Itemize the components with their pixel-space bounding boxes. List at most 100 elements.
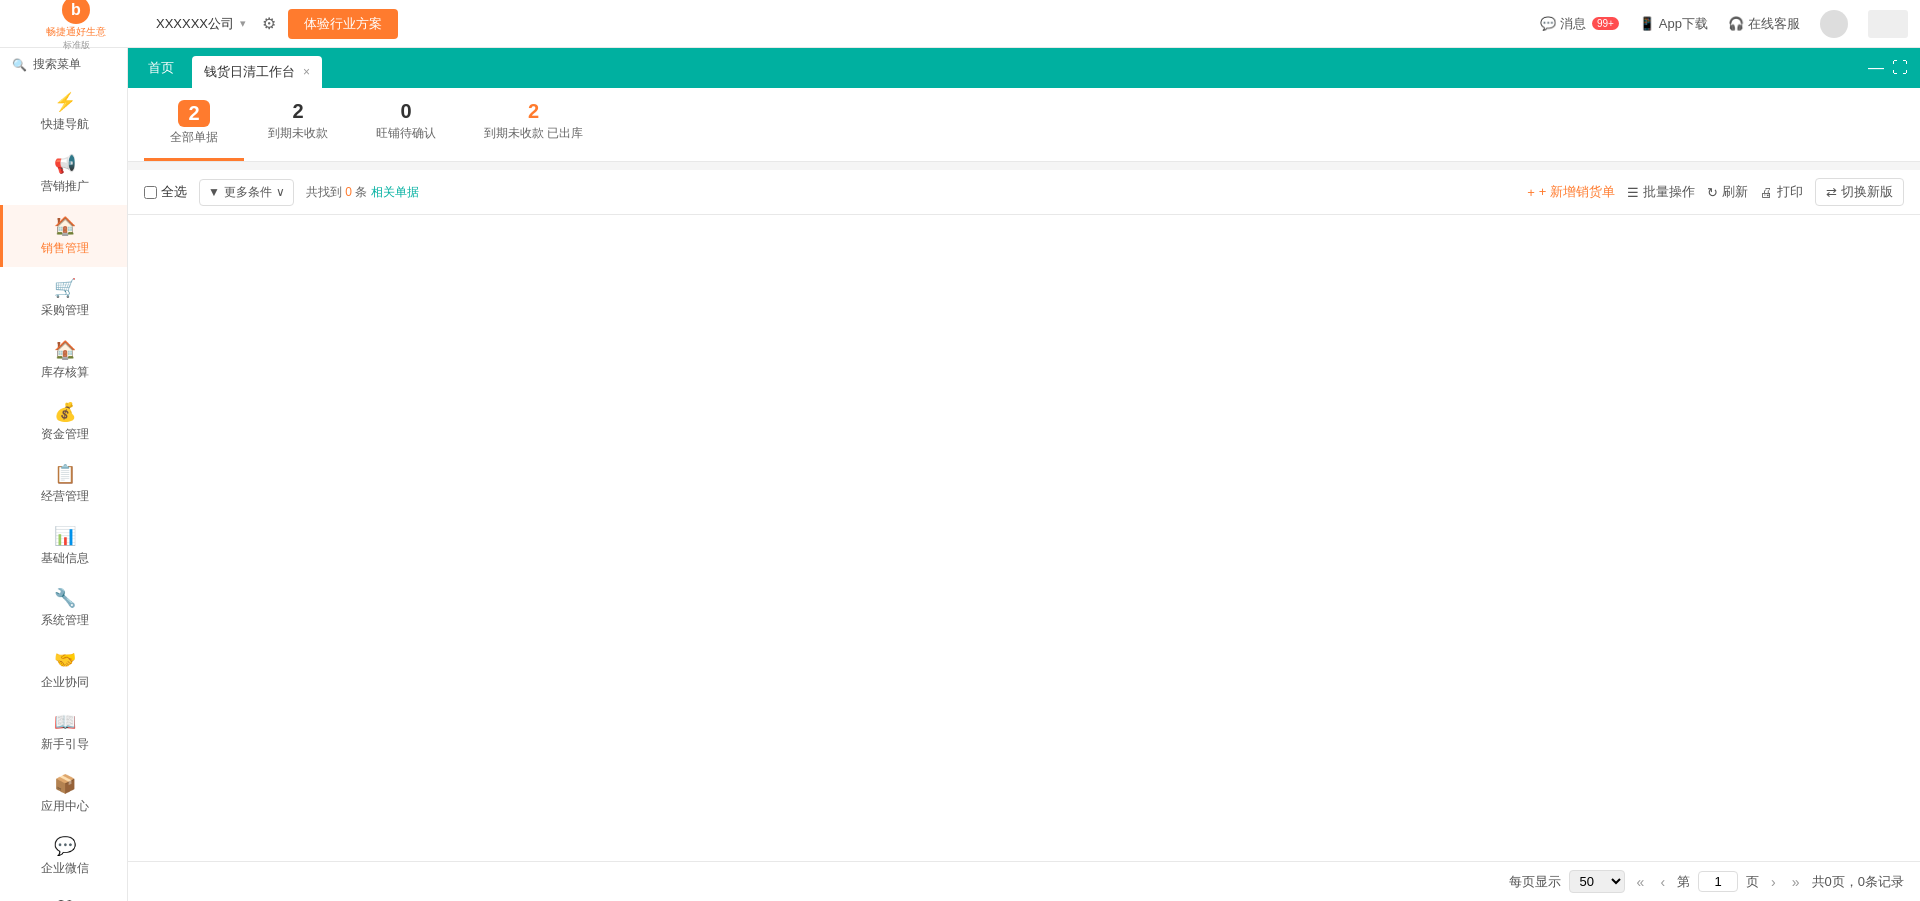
per-page-label: 每页显示	[1509, 873, 1561, 891]
first-page-button[interactable]: «	[1633, 872, 1649, 892]
trial-button[interactable]: 体验行业方案	[288, 9, 398, 39]
logo-sub: 标准版	[63, 39, 90, 52]
sidebar-item-inventory[interactable]: 🏠 库存核算	[0, 329, 127, 391]
found-link[interactable]: 相关单据	[371, 185, 419, 199]
sidebar-item-label: 新手引导	[41, 736, 89, 753]
sidebar-item-sales[interactable]: 🏠 销售管理	[0, 205, 127, 267]
sidebar-item-newbie[interactable]: 📖 新手引导	[0, 701, 127, 763]
header-right: 💬 消息 99+ 📱 App下载 🎧 在线客服	[1540, 10, 1908, 38]
sidebar-search[interactable]: 🔍 搜索菜单	[0, 48, 127, 81]
purchase-icon: 🛒	[54, 277, 76, 299]
toolbar-right: + + 新增销货单 ☰ 批量操作 ↻ 刷新 🖨 打印	[1527, 178, 1904, 206]
minimize-icon[interactable]: —	[1868, 59, 1884, 77]
wechat-icon: 💬	[54, 835, 76, 857]
app-center-icon: 📦	[54, 773, 76, 795]
sidebar-item-label: 企业协同	[41, 674, 89, 691]
top-header: b 畅捷通好生意 标准版 XXXXXX公司 ▾ ⚙ 体验行业方案 💬 消息 99…	[0, 0, 1920, 48]
sidebar-item-quick-nav[interactable]: ⚡ 快捷导航	[0, 81, 127, 143]
message-badge: 99+	[1592, 17, 1619, 30]
content-area: 2 全部单据 2 到期未收款 0 旺铺待确认 2 到期未收款 已出库	[128, 88, 1920, 901]
last-page-button[interactable]: »	[1788, 872, 1804, 892]
layout: 🔍 搜索菜单 ⚡ 快捷导航 📢 营销推广 🏠 销售管理 🛒 采购管理 🏠 库存核…	[0, 48, 1920, 901]
maximize-icon[interactable]: ⛶	[1892, 59, 1908, 77]
tab-active[interactable]: 钱货日清工作台 ×	[192, 56, 322, 88]
sidebar-item-base-info[interactable]: 📊 基础信息	[0, 515, 127, 577]
sidebar-item-enterprise[interactable]: 🤝 企业协同	[0, 639, 127, 701]
enterprise-icon: 🤝	[54, 649, 76, 671]
page-input[interactable]: 1	[1698, 871, 1738, 892]
sidebar-item-label: 采购管理	[41, 302, 89, 319]
logo-text: 畅捷通好生意	[46, 25, 106, 39]
sales-icon: 🏠	[54, 215, 76, 237]
switch-icon: ⇄	[1826, 185, 1837, 200]
sidebar-item-marketing[interactable]: 📢 营销推广	[0, 143, 127, 205]
sidebar-item-app-center[interactable]: 📦 应用中心	[0, 763, 127, 825]
sidebar-item-label: 基础信息	[41, 550, 89, 567]
online-service-action[interactable]: 🎧 在线客服	[1728, 15, 1800, 33]
select-all-checkbox[interactable]: 全选	[144, 183, 187, 201]
plus-icon: +	[1527, 185, 1535, 200]
quick-nav-icon: ⚡	[54, 91, 76, 113]
user-menu[interactable]	[1868, 10, 1908, 38]
sidebar-item-system[interactable]: 🔧 系统管理	[0, 577, 127, 639]
inventory-icon: 🏠	[54, 339, 76, 361]
switch-button[interactable]: ⇄ 切换新版	[1815, 178, 1904, 206]
stat-tab-all[interactable]: 2 全部单据	[144, 88, 244, 161]
main-content: 首页 钱货日清工作台 × — ⛶ 2 全部单据	[128, 48, 1920, 901]
message-icon: 💬	[1540, 16, 1556, 31]
found-text: 共找到 0 条 相关单据	[306, 184, 419, 201]
sidebar-item-operations[interactable]: 📋 经营管理	[0, 453, 127, 515]
sidebar-item-label: 资金管理	[41, 426, 89, 443]
batch-icon: ☰	[1627, 185, 1639, 200]
refresh-icon: ↻	[1707, 185, 1718, 200]
batch-label: 批量操作	[1643, 183, 1695, 201]
app-download-action[interactable]: 📱 App下载	[1639, 15, 1708, 33]
filter-button[interactable]: ▼ 更多条件 ∨	[199, 179, 294, 206]
company-selector[interactable]: XXXXXX公司 ▾	[148, 11, 254, 37]
tab-home[interactable]: 首页	[132, 48, 190, 88]
stat-tab-pending[interactable]: 0 旺铺待确认	[352, 88, 460, 161]
member-icon: V	[59, 897, 72, 901]
filter-label: 更多条件	[224, 184, 272, 201]
print-button[interactable]: 🖨 打印	[1760, 183, 1803, 201]
message-action[interactable]: 💬 消息 99+	[1540, 15, 1619, 33]
tab-bar-right: — ⛶	[1868, 59, 1916, 77]
stat-num-all: 2	[168, 100, 220, 127]
add-order-button[interactable]: + + 新增销货单	[1527, 183, 1615, 201]
newbie-icon: 📖	[54, 711, 76, 733]
message-label: 消息	[1560, 15, 1586, 33]
select-all-label: 全选	[161, 183, 187, 201]
batch-button[interactable]: ☰ 批量操作	[1627, 183, 1695, 201]
base-info-icon: 📊	[54, 525, 76, 547]
stat-tab-overdue[interactable]: 2 到期未收款	[244, 88, 352, 161]
sidebar-item-label: 系统管理	[41, 612, 89, 629]
filter-icon: ▼	[208, 185, 220, 199]
tab-close-icon[interactable]: ×	[303, 65, 310, 79]
add-btn-label: + 新增销货单	[1539, 183, 1615, 201]
prev-page-button[interactable]: ‹	[1656, 872, 1669, 892]
print-label: 打印	[1777, 183, 1803, 201]
operations-icon: 📋	[54, 463, 76, 485]
per-page-select[interactable]: 50 100 200	[1569, 870, 1625, 893]
app-download-label: App下载	[1659, 15, 1708, 33]
next-page-button[interactable]: ›	[1767, 872, 1780, 892]
finance-icon: 💰	[54, 401, 76, 423]
sidebar-item-label: 应用中心	[41, 798, 89, 815]
online-service-label: 在线客服	[1748, 15, 1800, 33]
avatar[interactable]	[1820, 10, 1848, 38]
stat-num-pending: 0	[376, 100, 436, 123]
sidebar-item-label: 营销推广	[41, 178, 89, 195]
page-suffix: 页	[1746, 873, 1759, 891]
stat-label-all: 全部单据	[168, 129, 220, 146]
sidebar-item-wechat[interactable]: 💬 企业微信	[0, 825, 127, 887]
refresh-button[interactable]: ↻ 刷新	[1707, 183, 1748, 201]
sidebar-item-member[interactable]: V 畅会员	[0, 887, 127, 901]
select-all-input[interactable]	[144, 186, 157, 199]
sidebar-item-finance[interactable]: 💰 资金管理	[0, 391, 127, 453]
gear-button[interactable]: ⚙	[262, 14, 276, 33]
sidebar-item-purchase[interactable]: 🛒 采购管理	[0, 267, 127, 329]
logo-icon: b	[62, 0, 90, 24]
refresh-label: 刷新	[1722, 183, 1748, 201]
stat-tab-overdue-shipped[interactable]: 2 到期未收款 已出库	[460, 88, 607, 161]
pagination: 每页显示 50 100 200 « ‹ 第 1 页 › » 共0页，0条记录	[128, 861, 1920, 901]
